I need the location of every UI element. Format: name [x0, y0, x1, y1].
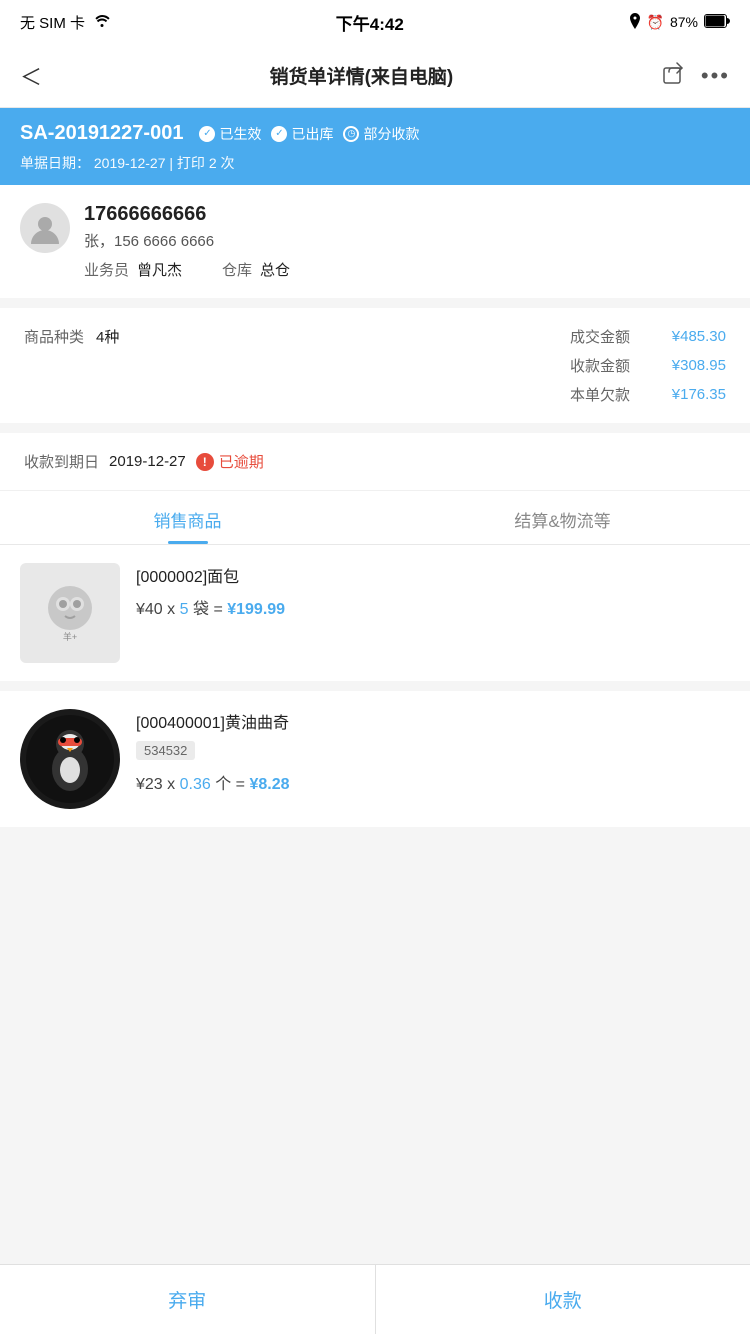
tabs-container: 销售商品 结算&物流等 — [0, 491, 750, 545]
due-date-section: 收款到期日 2019-12-27 ! 已逾期 — [0, 433, 750, 491]
nav-actions: ••• — [663, 62, 730, 89]
product-image-1: 羊+ — [20, 563, 120, 663]
customer-info: 17666666666 张，156 6666 6666 业务员 曾凡杰 仓库 总… — [84, 203, 730, 280]
overdue-icon: ! — [196, 453, 214, 471]
owed-stat: 本单欠款 ¥176.35 — [570, 384, 726, 405]
nav-bar: ＜ 销货单详情(来自电脑) ••• — [0, 44, 750, 108]
tab-sales-products[interactable]: 销售商品 — [0, 491, 375, 544]
check-icon-2: ✓ — [271, 126, 287, 142]
bottom-bar: 弃审 收款 — [0, 1264, 750, 1334]
status-right: ⏰ 87% — [629, 13, 730, 32]
status-time: 下午4:42 — [336, 10, 404, 35]
customer-name-phone: 张，156 6666 6666 — [84, 230, 730, 251]
product-item: 羊+ [0000002]面包 ¥40 x 5 袋 = ¥199.99 — [0, 545, 750, 681]
share-button[interactable] — [663, 62, 685, 89]
page-title: 销货单详情(来自电脑) — [60, 62, 663, 89]
product-price-2: ¥23 x 0.36 个 = ¥8.28 — [136, 770, 730, 794]
status-left: 无 SIM 卡 — [20, 12, 111, 33]
customer-meta: 业务员 曾凡杰 仓库 总仓 — [84, 259, 730, 280]
overdue-badge: ! 已逾期 — [196, 449, 264, 474]
back-button[interactable]: ＜ — [20, 60, 60, 92]
product-image-2 — [20, 709, 120, 809]
status-shipped: ✓ 已出库 — [271, 124, 333, 144]
product-item-2: [000400001]黄油曲奇 534532 ¥23 x 0.36 个 = ¥8… — [0, 691, 750, 827]
warehouse-info: 仓库 总仓 — [222, 259, 290, 280]
bottom-spacer — [0, 837, 750, 917]
salesperson-info: 业务员 曾凡杰 — [84, 259, 182, 280]
battery-label: 87% — [670, 14, 698, 30]
status-bar: 无 SIM 卡 下午4:42 ⏰ 87% — [0, 0, 750, 44]
svg-text:羊+: 羊+ — [63, 631, 77, 642]
product-sku-2: 534532 — [136, 741, 195, 760]
cancel-review-button[interactable]: 弃审 — [0, 1265, 376, 1334]
amount-stat: 成交金额 ¥485.30 — [570, 326, 726, 347]
order-header-banner: SA-20191227-001 ✓ 已生效 ✓ 已出库 ◷ 部分收款 单据日期：… — [0, 108, 750, 185]
product-details-2: [000400001]黄油曲奇 534532 ¥23 x 0.36 个 = ¥8… — [136, 709, 730, 809]
customer-avatar — [20, 203, 70, 253]
location-icon — [629, 13, 641, 32]
stats-right: 成交金额 ¥485.30 收款金额 ¥308.95 本单欠款 ¥176.35 — [570, 326, 726, 405]
status-partial-payment: ◷ 部分收款 — [343, 124, 419, 144]
collect-payment-button[interactable]: 收款 — [376, 1265, 750, 1334]
battery-icon — [704, 14, 730, 31]
product-types-stat: 商品种类 4种 — [24, 326, 119, 347]
carrier-label: 无 SIM 卡 — [20, 12, 85, 33]
customer-id: 17666666666 — [84, 203, 730, 226]
order-id: SA-20191227-001 — [20, 122, 183, 145]
products-list: 羊+ [0000002]面包 ¥40 x 5 袋 = ¥199.99 — [0, 545, 750, 827]
overdue-text: 已逾期 — [219, 451, 264, 472]
order-status-tags: ✓ 已生效 ✓ 已出库 ◷ 部分收款 — [199, 124, 419, 144]
received-stat: 收款金额 ¥308.95 — [570, 355, 726, 376]
product-price-1: ¥40 x 5 袋 = ¥199.99 — [136, 595, 730, 619]
order-date-info: 单据日期： 2019-12-27 | 打印 2 次 — [20, 153, 730, 173]
order-header-top: SA-20191227-001 ✓ 已生效 ✓ 已出库 ◷ 部分收款 — [20, 122, 730, 145]
alarm-icon: ⏰ — [647, 14, 664, 31]
status-activated: ✓ 已生效 — [199, 124, 261, 144]
stats-left: 商品种类 4种 — [24, 326, 119, 405]
wifi-icon — [93, 13, 111, 31]
stats-section: 商品种类 4种 成交金额 ¥485.30 收款金额 ¥308.95 本单欠款 ¥… — [0, 308, 750, 423]
more-button[interactable]: ••• — [701, 63, 730, 89]
check-icon-1: ✓ — [199, 126, 215, 142]
customer-card: 17666666666 张，156 6666 6666 业务员 曾凡杰 仓库 总… — [0, 185, 750, 298]
product-details-1: [0000002]面包 ¥40 x 5 袋 = ¥199.99 — [136, 563, 730, 663]
product-name-2: [000400001]黄油曲奇 — [136, 709, 730, 733]
clock-icon: ◷ — [343, 126, 359, 142]
tab-settlement-logistics[interactable]: 结算&物流等 — [375, 491, 750, 544]
product-name-1: [0000002]面包 — [136, 563, 730, 587]
